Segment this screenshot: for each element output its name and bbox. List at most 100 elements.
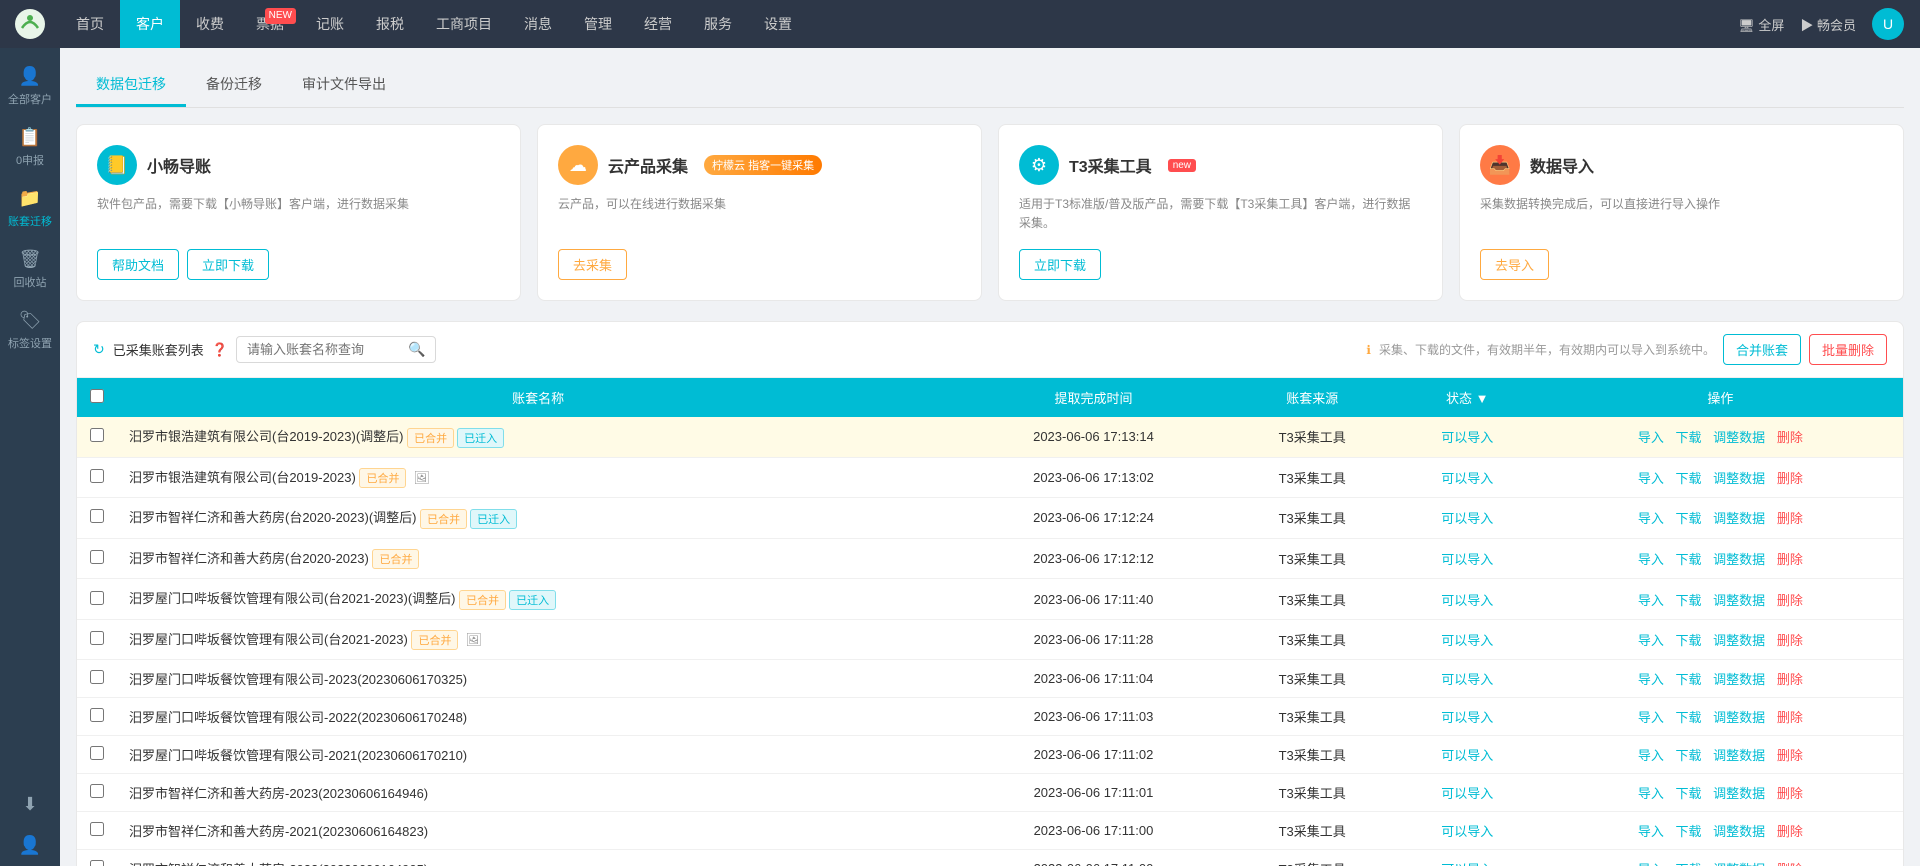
download-link-3[interactable]: 下载 bbox=[1676, 552, 1702, 567]
download-link-1[interactable]: 下载 bbox=[1676, 471, 1702, 486]
nav-operation[interactable]: 经营 bbox=[628, 0, 688, 48]
adjust-link-1[interactable]: 调整数据 bbox=[1713, 471, 1765, 486]
sidebar-item-recycle[interactable]: 🗑 回收站 bbox=[0, 239, 60, 300]
batch-delete-btn[interactable]: 批量删除 bbox=[1809, 334, 1887, 365]
row-checkbox-6[interactable] bbox=[90, 670, 104, 684]
download-link-0[interactable]: 下载 bbox=[1676, 430, 1702, 445]
tab-backup-migration[interactable]: 备份迁移 bbox=[186, 64, 282, 107]
delete-link-6[interactable]: 删除 bbox=[1777, 672, 1803, 687]
tab-audit-export[interactable]: 审计文件导出 bbox=[282, 64, 406, 107]
row-checkbox-11[interactable] bbox=[90, 860, 104, 866]
row-checkbox-4[interactable] bbox=[90, 591, 104, 605]
import-link-5[interactable]: 导入 bbox=[1638, 633, 1664, 648]
delete-link-7[interactable]: 删除 bbox=[1777, 710, 1803, 725]
adjust-link-4[interactable]: 调整数据 bbox=[1713, 593, 1765, 608]
row-checkbox-9[interactable] bbox=[90, 784, 104, 798]
sidebar-item-download[interactable]: ⬇ bbox=[0, 784, 60, 825]
row-checkbox-1[interactable] bbox=[90, 469, 104, 483]
import-link-7[interactable]: 导入 bbox=[1638, 710, 1664, 725]
table-row: 汨罗屋门口哔坂餐饮管理有限公司-2022(20230606170248) 202… bbox=[77, 698, 1903, 736]
nav-bookkeeping[interactable]: 记账 bbox=[300, 0, 360, 48]
nav-customer[interactable]: 客户 bbox=[120, 0, 180, 48]
download-link-6[interactable]: 下载 bbox=[1676, 672, 1702, 687]
import-link-6[interactable]: 导入 bbox=[1638, 672, 1664, 687]
delete-link-11[interactable]: 删除 bbox=[1777, 862, 1803, 866]
download-link-2[interactable]: 下载 bbox=[1676, 511, 1702, 526]
adjust-link-9[interactable]: 调整数据 bbox=[1713, 786, 1765, 801]
nav-invoice[interactable]: 票据 NEW bbox=[240, 0, 300, 48]
delete-link-5[interactable]: 删除 bbox=[1777, 633, 1803, 648]
xiao-download-btn[interactable]: 立即下载 bbox=[187, 249, 269, 280]
adjust-link-5[interactable]: 调整数据 bbox=[1713, 633, 1765, 648]
tab-data-migration[interactable]: 数据包迁移 bbox=[76, 64, 186, 107]
search-button[interactable]: 🔍 bbox=[408, 341, 425, 358]
import-link-10[interactable]: 导入 bbox=[1638, 824, 1664, 839]
delete-link-8[interactable]: 删除 bbox=[1777, 748, 1803, 763]
delete-link-1[interactable]: 删除 bbox=[1777, 471, 1803, 486]
row-checkbox-0[interactable] bbox=[90, 428, 104, 442]
nav-business[interactable]: 工商项目 bbox=[420, 0, 508, 48]
download-link-4[interactable]: 下载 bbox=[1676, 593, 1702, 608]
import-goto-btn[interactable]: 去导入 bbox=[1480, 249, 1549, 280]
row-checkbox-3[interactable] bbox=[90, 550, 104, 564]
adjust-link-11[interactable]: 调整数据 bbox=[1713, 862, 1765, 866]
search-input[interactable] bbox=[236, 336, 436, 363]
adjust-link-7[interactable]: 调整数据 bbox=[1713, 710, 1765, 725]
sidebar-item-user[interactable]: 👤 bbox=[0, 825, 60, 866]
import-link-0[interactable]: 导入 bbox=[1638, 430, 1664, 445]
import-link-4[interactable]: 导入 bbox=[1638, 593, 1664, 608]
import-link-3[interactable]: 导入 bbox=[1638, 552, 1664, 567]
delete-link-4[interactable]: 删除 bbox=[1777, 593, 1803, 608]
member-btn[interactable]: ▶ 畅会员 bbox=[1800, 15, 1856, 34]
nav-home[interactable]: 首页 bbox=[60, 0, 120, 48]
sidebar-item-tag-settings[interactable]: 🏷 标签设置 bbox=[0, 300, 60, 361]
row-checkbox-8[interactable] bbox=[90, 746, 104, 760]
sidebar-item-zero-report[interactable]: 📋 0申报 bbox=[0, 117, 60, 178]
logo[interactable] bbox=[0, 0, 60, 48]
import-link-1[interactable]: 导入 bbox=[1638, 471, 1664, 486]
nav-message[interactable]: 消息 bbox=[508, 0, 568, 48]
adjust-link-8[interactable]: 调整数据 bbox=[1713, 748, 1765, 763]
delete-link-0[interactable]: 删除 bbox=[1777, 430, 1803, 445]
download-link-7[interactable]: 下载 bbox=[1676, 710, 1702, 725]
adjust-link-6[interactable]: 调整数据 bbox=[1713, 672, 1765, 687]
delete-link-9[interactable]: 删除 bbox=[1777, 786, 1803, 801]
nav-service[interactable]: 服务 bbox=[688, 0, 748, 48]
sidebar-item-account-migration[interactable]: 📁 账套迁移 bbox=[0, 178, 60, 239]
delete-link-10[interactable]: 删除 bbox=[1777, 824, 1803, 839]
sidebar-item-all-customers[interactable]: 👤 全部客户 bbox=[0, 56, 60, 117]
delete-link-3[interactable]: 删除 bbox=[1777, 552, 1803, 567]
nav-tax[interactable]: 报税 bbox=[360, 0, 420, 48]
select-all-checkbox[interactable] bbox=[90, 389, 104, 403]
import-link-11[interactable]: 导入 bbox=[1638, 862, 1664, 866]
delete-link-2[interactable]: 删除 bbox=[1777, 511, 1803, 526]
download-link-5[interactable]: 下载 bbox=[1676, 633, 1702, 648]
refresh-icon[interactable]: ↻ bbox=[93, 341, 105, 358]
row-checkbox-7[interactable] bbox=[90, 708, 104, 722]
avatar[interactable]: U bbox=[1872, 8, 1904, 40]
nav-manage[interactable]: 管理 bbox=[568, 0, 628, 48]
download-link-8[interactable]: 下载 bbox=[1676, 748, 1702, 763]
row-checkbox-5[interactable] bbox=[90, 631, 104, 645]
download-link-9[interactable]: 下载 bbox=[1676, 786, 1702, 801]
t3-download-btn[interactable]: 立即下载 bbox=[1019, 249, 1101, 280]
row-checkbox-2[interactable] bbox=[90, 509, 104, 523]
merge-accounts-btn[interactable]: 合并账套 bbox=[1723, 334, 1801, 365]
row-checkbox-10[interactable] bbox=[90, 822, 104, 836]
xiao-help-btn[interactable]: 帮助文档 bbox=[97, 249, 179, 280]
adjust-link-3[interactable]: 调整数据 bbox=[1713, 552, 1765, 567]
adjust-link-0[interactable]: 调整数据 bbox=[1713, 430, 1765, 445]
import-link-2[interactable]: 导入 bbox=[1638, 511, 1664, 526]
nav-settings[interactable]: 设置 bbox=[748, 0, 808, 48]
adjust-link-2[interactable]: 调整数据 bbox=[1713, 511, 1765, 526]
help-icon[interactable]: ❓ bbox=[212, 342, 228, 358]
adjust-link-10[interactable]: 调整数据 bbox=[1713, 824, 1765, 839]
import-link-9[interactable]: 导入 bbox=[1638, 786, 1664, 801]
download-link-10[interactable]: 下载 bbox=[1676, 824, 1702, 839]
import-link-8[interactable]: 导入 bbox=[1638, 748, 1664, 763]
fullscreen-btn[interactable]: 🖥 全屏 bbox=[1738, 15, 1784, 34]
download-link-11[interactable]: 下载 bbox=[1676, 862, 1702, 866]
col-status[interactable]: 状态 ▼ bbox=[1397, 378, 1538, 417]
nav-fee[interactable]: 收费 bbox=[180, 0, 240, 48]
yun-collect-btn[interactable]: 去采集 bbox=[558, 249, 627, 280]
